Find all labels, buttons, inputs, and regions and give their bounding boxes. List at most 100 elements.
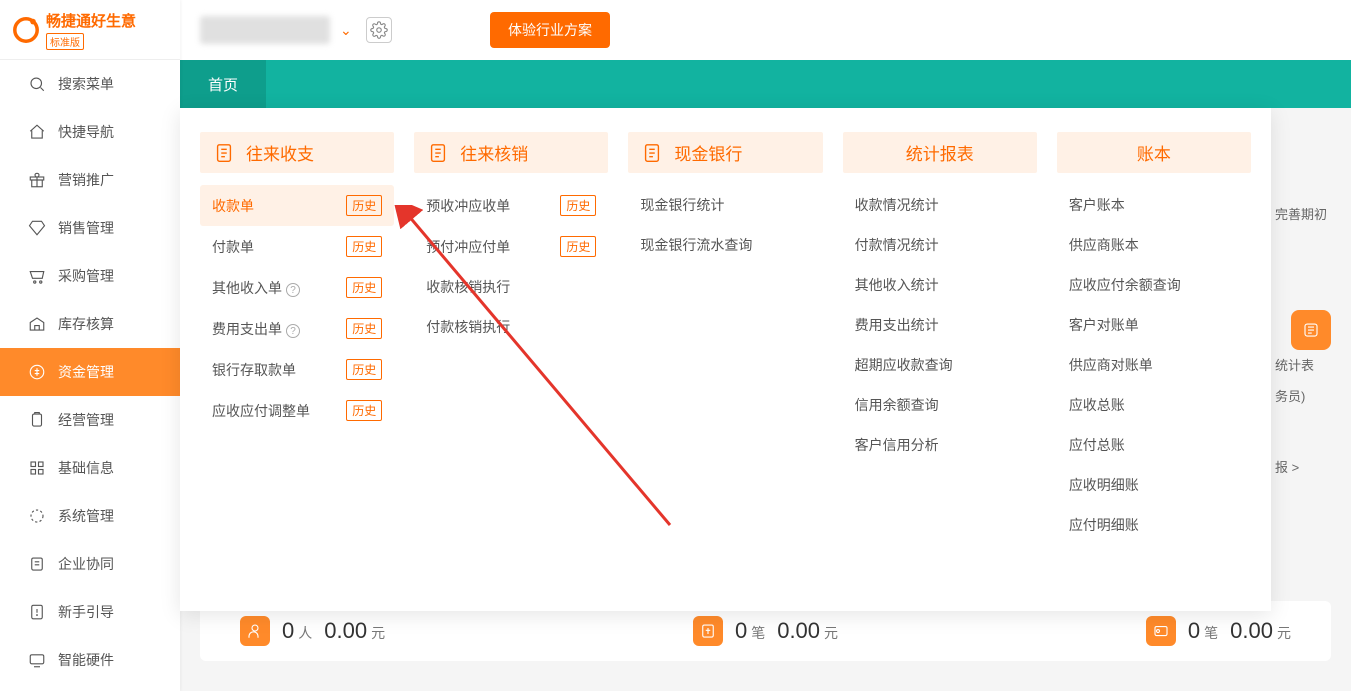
menu-item-label: 费用支出单? [212, 319, 300, 339]
mega-menu-item[interactable]: 预付冲应付单 历史 [414, 226, 608, 267]
mega-menu-item[interactable]: 收款情况统计 [843, 185, 1037, 225]
menu-item-label: 付款情况统计 [855, 235, 939, 255]
menu-item-label: 预收冲应收单 [426, 196, 510, 216]
store-selector[interactable]: ⌄ [200, 16, 460, 44]
mega-menu-column: 往来核销预收冲应收单历史预付冲应付单历史收款核销执行付款核销执行 [404, 132, 618, 587]
nav-list: 搜索菜单快捷导航营销推广销售管理采购管理库存核算资金管理经营管理基础信息系统管理… [0, 60, 180, 691]
mega-menu-item[interactable]: 客户账本 [1057, 185, 1251, 225]
sidebar-item-home[interactable]: 快捷导航 [0, 108, 180, 156]
sidebar-item-tv[interactable]: 智能硬件 [0, 636, 180, 684]
nav-item-label: 营销推广 [58, 170, 114, 190]
mega-menu-item[interactable]: 付款情况统计 [843, 225, 1037, 265]
sidebar-item-guide[interactable]: 新手引导 [0, 588, 180, 636]
stat-unit: 人 [298, 623, 312, 643]
sidebar-item-warehouse[interactable]: 库存核算 [0, 300, 180, 348]
mega-menu-item[interactable]: 应收总账 [1057, 385, 1251, 425]
mega-menu-item[interactable]: 费用支出单? 历史 [200, 308, 394, 349]
document-icon [640, 141, 664, 165]
sidebar-item-collab[interactable]: 企业协同 [0, 540, 180, 588]
sidebar-item-money[interactable]: 资金管理 [0, 348, 180, 396]
mega-menu-item[interactable]: 应收明细账 [1057, 465, 1251, 505]
sidebar-item-clipboard[interactable]: 经营管理 [0, 396, 180, 444]
history-tag[interactable]: 历史 [346, 277, 382, 298]
nav-item-label: 经营管理 [58, 410, 114, 430]
sidebar-item-cart[interactable]: 采购管理 [0, 252, 180, 300]
menu-item-label: 供应商对账单 [1069, 355, 1153, 375]
mega-menu-item[interactable]: 供应商对账单 [1057, 345, 1251, 385]
cart-icon [28, 267, 46, 285]
mega-menu-item[interactable]: 应收应付余额查询 [1057, 265, 1251, 305]
stat-value: 0 [1188, 618, 1200, 644]
mega-menu-item[interactable]: 客户信用分析 [843, 425, 1037, 465]
mega-menu-item[interactable]: 应付总账 [1057, 425, 1251, 465]
sidebar-item-diamond[interactable]: 销售管理 [0, 204, 180, 252]
mega-menu-item[interactable]: 预收冲应收单 历史 [414, 185, 608, 226]
history-tag[interactable]: 历史 [560, 236, 596, 257]
history-tag[interactable]: 历史 [346, 236, 382, 257]
mega-menu-column: 统计报表收款情况统计付款情况统计其他收入统计费用支出统计超期应收款查询信用余额查… [833, 132, 1047, 587]
menu-item-label: 应收应付余额查询 [1069, 275, 1181, 295]
warehouse-icon [28, 315, 46, 333]
stat-value: 0 [735, 618, 747, 644]
sidebar-item-gift[interactable]: 营销推广 [0, 156, 180, 204]
menu-item-label: 信用余额查询 [855, 395, 939, 415]
stat-value: 0.00 [777, 618, 820, 644]
mega-menu-header: 统计报表 [843, 132, 1037, 173]
money-icon [28, 363, 46, 381]
help-icon[interactable]: ? [286, 324, 300, 338]
mega-menu-item[interactable]: 其他收入统计 [843, 265, 1037, 305]
menu-item-label: 供应商账本 [1069, 235, 1139, 255]
stat-unit: 笔 [751, 623, 765, 643]
history-tag[interactable]: 历史 [346, 359, 382, 380]
column-title: 现金银行 [674, 140, 742, 165]
funds-mega-menu: 往来收支收款单历史付款单历史其他收入单?历史费用支出单?历史银行存取款单历史应收… [180, 108, 1271, 611]
history-tag[interactable]: 历史 [346, 195, 382, 216]
brand-logo-icon [12, 16, 40, 44]
mega-menu-item[interactable]: 现金银行流水查询 [628, 225, 822, 265]
mega-menu-item[interactable]: 超期应收款查询 [843, 345, 1037, 385]
brand-subtitle: 标准版 [46, 33, 84, 50]
history-tag[interactable]: 历史 [560, 195, 596, 216]
mega-menu-item[interactable]: 银行存取款单历史 [200, 349, 394, 390]
menu-item-label: 应收总账 [1069, 395, 1125, 415]
floating-action-icon[interactable] [1291, 310, 1331, 350]
nav-item-label: 智能硬件 [58, 650, 114, 670]
sidebar-item-settings[interactable]: 系统管理 [0, 492, 180, 540]
mega-menu-item[interactable]: 收款核销执行 [414, 267, 608, 307]
history-tag[interactable]: 历史 [346, 318, 382, 339]
sidebar-item-grid[interactable]: 基础信息 [0, 444, 180, 492]
nav-item-label: 快捷导航 [58, 122, 114, 142]
settings-gear-button[interactable] [366, 17, 392, 43]
mega-menu-item[interactable]: 客户对账单 [1057, 305, 1251, 345]
menu-item-label: 应收明细账 [1069, 475, 1139, 495]
mega-menu-item[interactable]: 信用余额查询 [843, 385, 1037, 425]
tab-home[interactable]: 首页 [180, 60, 266, 108]
menu-item-label: 付款核销执行 [426, 317, 510, 337]
mega-menu-item[interactable]: 现金银行统计 [628, 185, 822, 225]
chevron-down-icon: ⌄ [340, 22, 352, 39]
settings-icon [28, 507, 46, 525]
mega-menu-item[interactable]: 收款单历史 [200, 185, 394, 226]
nav-item-label: 库存核算 [58, 314, 114, 334]
peek-line: 完善期初 [1271, 198, 1351, 229]
mega-menu-item[interactable]: 供应商账本 [1057, 225, 1251, 265]
menu-item-label: 付款单 [212, 237, 254, 257]
nav-item-label: 基础信息 [58, 458, 114, 478]
menu-item-label: 预付冲应付单 [426, 237, 510, 257]
document-icon [426, 141, 450, 165]
history-tag[interactable]: 历史 [346, 400, 382, 421]
sidebar-item-search[interactable]: 搜索菜单 [0, 60, 180, 108]
help-icon[interactable]: ? [286, 283, 300, 297]
industry-plan-button[interactable]: 体验行业方案 [490, 12, 610, 48]
menu-item-label: 费用支出统计 [855, 315, 939, 335]
mega-menu-item[interactable]: 付款核销执行 [414, 307, 608, 347]
menu-item-label: 客户信用分析 [855, 435, 939, 455]
mega-menu-header: 往来核销 [414, 132, 608, 173]
menu-item-label: 其他收入统计 [855, 275, 939, 295]
mega-menu-item[interactable]: 其他收入单?历史 [200, 267, 394, 308]
mega-menu-item[interactable]: 应付明细账 [1057, 505, 1251, 545]
mega-menu-item[interactable]: 费用支出统计 [843, 305, 1037, 345]
menu-item-label: 客户账本 [1069, 195, 1125, 215]
mega-menu-item[interactable]: 付款单 历史 [200, 226, 394, 267]
mega-menu-item[interactable]: 应收应付调整单历史 [200, 390, 394, 431]
